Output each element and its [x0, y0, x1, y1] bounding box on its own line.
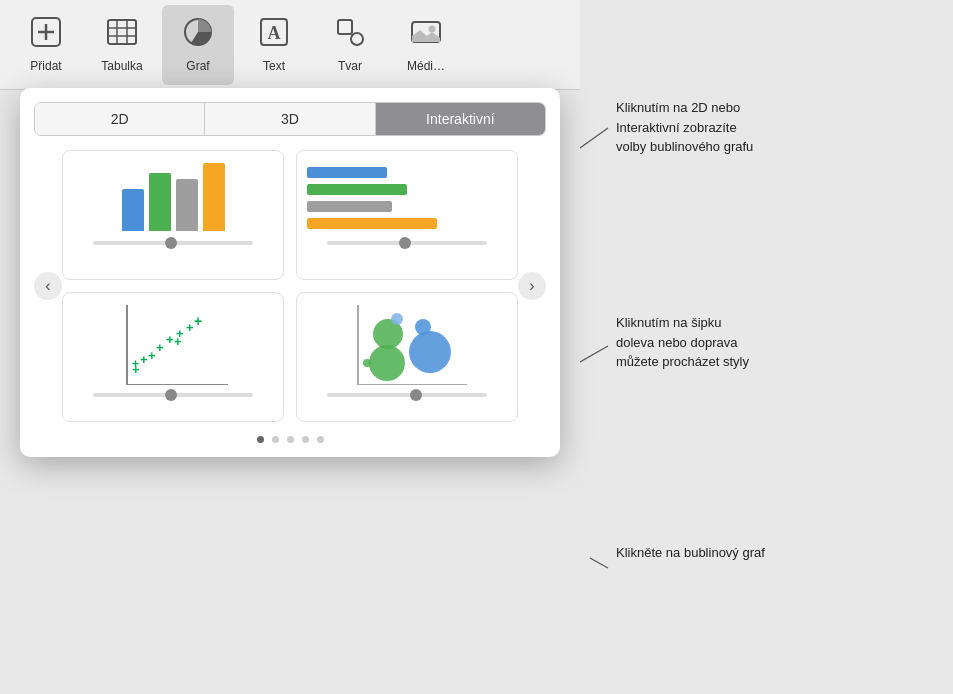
annotation-lines	[580, 88, 953, 694]
pridat-icon	[30, 16, 62, 53]
svg-point-12	[351, 33, 363, 45]
svg-rect-11	[338, 20, 352, 34]
slider-thumb-2	[399, 237, 411, 249]
chart-card-bar-horizontal[interactable]	[296, 150, 518, 280]
dot-5[interactable]	[317, 436, 324, 443]
toolbar: Přidat Tabulka Graf	[0, 0, 580, 90]
dot-3[interactable]	[287, 436, 294, 443]
slider-thumb-1	[165, 237, 177, 249]
scatter-chart: + + + + + + + + + +	[118, 305, 228, 385]
svg-point-14	[429, 26, 436, 33]
nav-arrow-left[interactable]: ‹	[34, 272, 62, 300]
annotation-2: Kliknutím na šipkudoleva nebo dopravamůž…	[616, 313, 749, 372]
svg-rect-3	[108, 20, 136, 44]
graf-icon	[182, 16, 214, 53]
toolbar-text-label: Text	[263, 59, 285, 73]
chart-card-bar-vertical[interactable]	[62, 150, 284, 280]
slider-track-3	[93, 393, 253, 397]
tabulka-icon	[106, 16, 138, 53]
toolbar-text-button[interactable]: A Text	[238, 5, 310, 85]
media-icon	[410, 16, 442, 53]
annotation-3: Klikněte na bublinový graf	[616, 543, 765, 563]
text-icon: A	[258, 16, 290, 53]
toolbar-media-button[interactable]: Médi…	[390, 5, 462, 85]
slider-track-1	[93, 241, 253, 245]
toolbar-tvar-button[interactable]: Tvar	[314, 5, 386, 85]
dot-1[interactable]	[257, 436, 264, 443]
nav-arrow-right[interactable]: ›	[518, 272, 546, 300]
toolbar-tabulka-button[interactable]: Tabulka	[86, 5, 158, 85]
toolbar-graf-button[interactable]: Graf	[162, 5, 234, 85]
chart-type-tabs: 2D 3D Interaktivní	[34, 102, 546, 136]
tvar-icon	[334, 16, 366, 53]
tab-3d[interactable]: 3D	[205, 103, 375, 135]
toolbar-pridat-button[interactable]: Přidat	[10, 5, 82, 85]
toolbar-pridat-label: Přidat	[30, 59, 61, 73]
bubble-chart	[347, 305, 467, 385]
dot-2[interactable]	[272, 436, 279, 443]
svg-text:A: A	[268, 23, 281, 43]
slider-thumb-3	[165, 389, 177, 401]
pagination-dots	[34, 436, 546, 443]
chart-card-scatter[interactable]: + + + + + + + + + +	[62, 292, 284, 422]
slider-track-4	[327, 393, 487, 397]
tab-2d[interactable]: 2D	[35, 103, 205, 135]
chart-card-bubble[interactable]	[296, 292, 518, 422]
toolbar-media-label: Médi…	[407, 59, 445, 73]
bar-chart-horizontal	[307, 163, 507, 233]
dot-4[interactable]	[302, 436, 309, 443]
svg-line-15	[580, 128, 608, 148]
toolbar-tabulka-label: Tabulka	[101, 59, 142, 73]
tab-interaktivni[interactable]: Interaktivní	[376, 103, 545, 135]
toolbar-graf-label: Graf	[186, 59, 209, 73]
slider-thumb-4	[410, 389, 422, 401]
bar-chart-vertical	[122, 163, 225, 233]
chart-picker-popup: 2D 3D Interaktivní ‹ ›	[20, 88, 560, 457]
chart-grid: + + + + + + + + + +	[62, 150, 518, 422]
svg-line-17	[590, 558, 608, 568]
annotation-1: Kliknutím na 2D neboInteraktivní zobrazí…	[616, 98, 753, 157]
annotations-overlay: Kliknutím na 2D neboInteraktivní zobrazí…	[580, 88, 953, 694]
toolbar-tvar-label: Tvar	[338, 59, 362, 73]
slider-track-2	[327, 241, 487, 245]
svg-line-16	[580, 346, 608, 362]
